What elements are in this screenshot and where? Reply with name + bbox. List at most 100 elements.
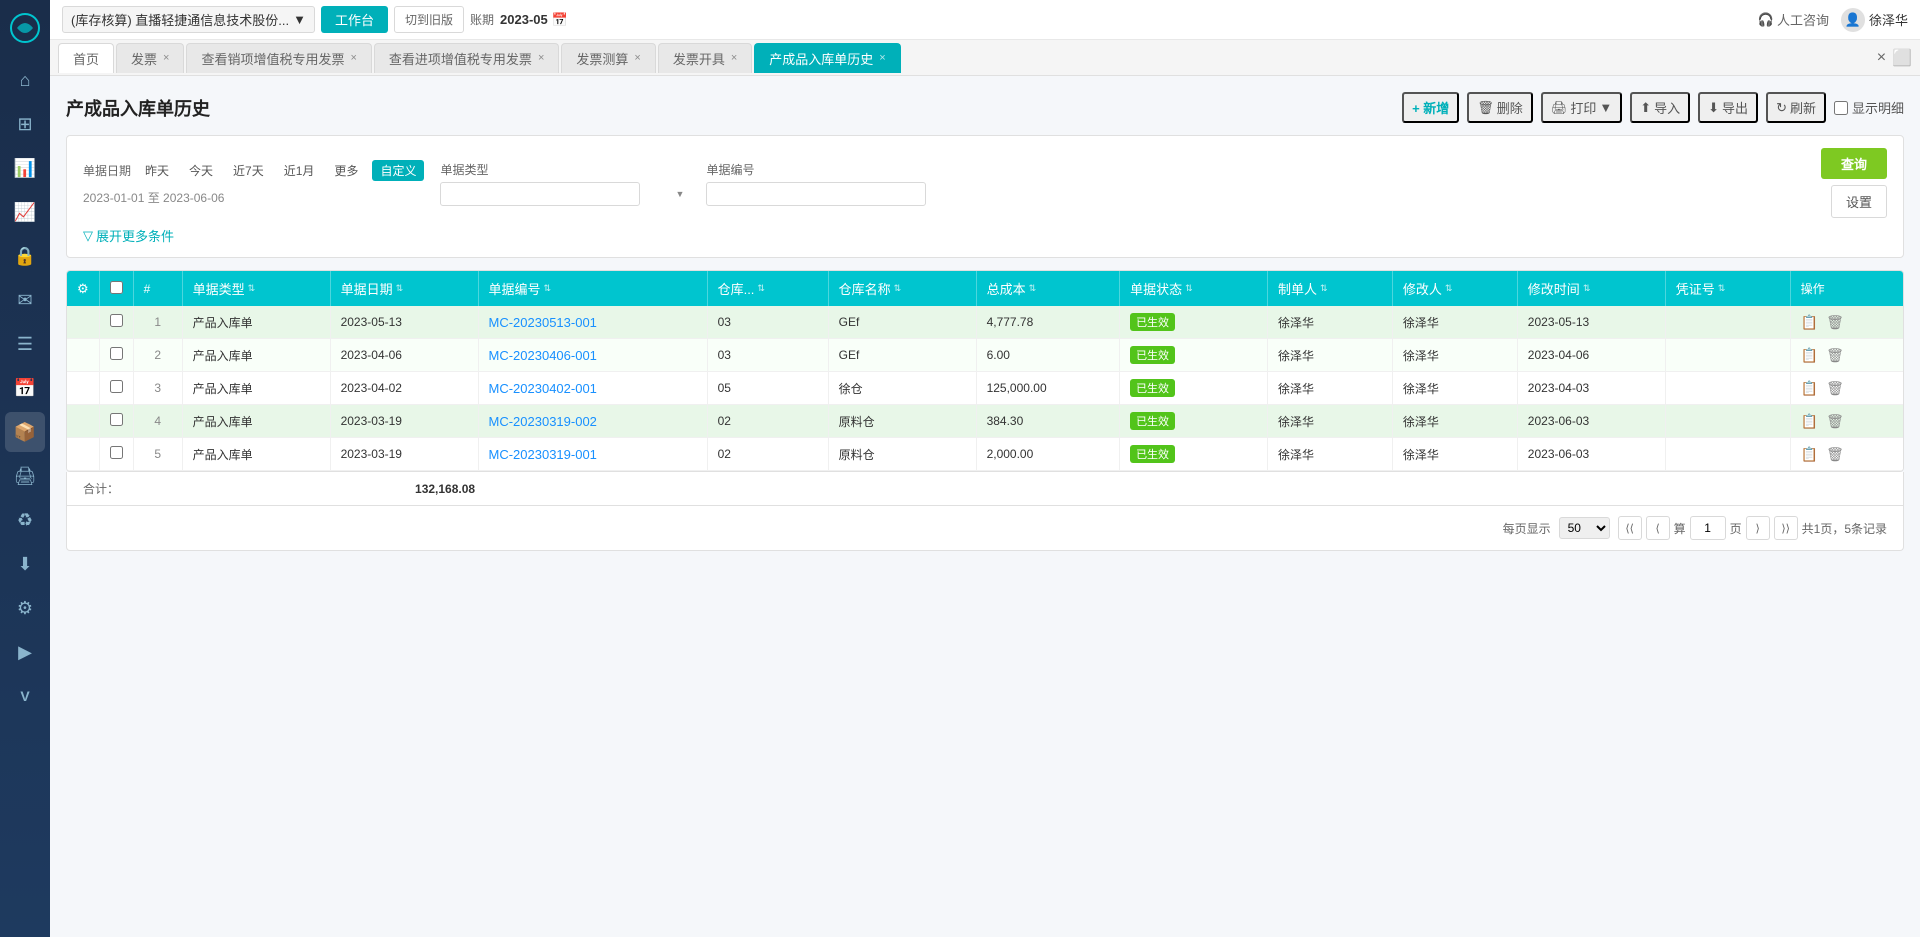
last-page-button[interactable]: ⟩⟩ [1774,516,1798,540]
tab-invoice-issue-close[interactable]: × [731,52,737,64]
td-checkbox-4[interactable] [99,438,133,471]
td-number-4[interactable]: MC-20230319-001 [478,438,707,471]
row-checkbox-1[interactable] [110,347,123,360]
delete-icon-1[interactable]: 🗑 [1826,347,1844,364]
sidebar-item-calendar[interactable]: 📅 [5,368,45,408]
tab-invoice-close[interactable]: × [163,52,169,64]
sidebar-item-print[interactable]: 🖨 [5,456,45,496]
filter-setting-button[interactable]: 设置 [1831,185,1887,218]
th-status[interactable]: 单据状态⇅ [1120,271,1268,306]
type-select[interactable] [440,182,640,206]
row-number-link-0[interactable]: MC-20230513-001 [489,315,597,330]
period-value[interactable]: 2023-05 📅 [500,12,568,28]
next-page-button[interactable]: ⟩ [1746,516,1770,540]
sidebar-item-chart[interactable]: 📊 [5,148,45,188]
delete-button[interactable]: 🗑 删除 [1467,92,1533,123]
th-modifier[interactable]: 修改人⇅ [1392,271,1517,306]
tab-purchase-vat-close[interactable]: × [538,52,544,64]
delete-icon-4[interactable]: 🗑 [1826,446,1844,463]
sidebar-item-recycle[interactable]: ♻ [5,500,45,540]
expand-more-button[interactable]: ▽ 展开更多条件 [83,226,1887,245]
td-number-3[interactable]: MC-20230319-002 [478,405,707,438]
sidebar-item-grid[interactable]: ⊞ [5,104,45,144]
tab-invoice-calc[interactable]: 发票测算 × [561,43,655,73]
th-number[interactable]: 单据编号⇅ [478,271,707,306]
th-checkbox[interactable] [99,271,133,306]
user-menu[interactable]: 👤 徐泽华 [1841,8,1908,32]
print-button[interactable]: 🖨 打印 ▼ [1541,92,1622,123]
th-date[interactable]: 单据日期⇅ [330,271,478,306]
row-number-link-1[interactable]: MC-20230406-001 [489,348,597,363]
th-creator[interactable]: 制单人⇅ [1267,271,1392,306]
th-voucher[interactable]: 凭证号⇅ [1665,271,1790,306]
th-warehouse-name[interactable]: 仓库名称⇅ [828,271,976,306]
row-checkbox-4[interactable] [110,446,123,459]
company-selector[interactable]: (库存核算) 直播轻捷通信息技术股份... ▼ [62,6,315,33]
shortcut-7days[interactable]: 近7天 [227,160,270,181]
row-number-link-2[interactable]: MC-20230402-001 [489,381,597,396]
shortcut-yesterday[interactable]: 昨天 [139,160,175,181]
page-size-select[interactable]: 50 100 200 [1559,517,1610,539]
column-settings-icon[interactable]: ⚙ [77,281,89,296]
delete-icon-3[interactable]: 🗑 [1826,413,1844,430]
export-button[interactable]: ⬇ 导出 [1698,92,1758,123]
sidebar-item-play[interactable]: ▶ [5,632,45,672]
shortcut-more[interactable]: 更多 [328,160,364,181]
sidebar-item-mail[interactable]: ✉ [5,280,45,320]
row-checkbox-3[interactable] [110,413,123,426]
td-checkbox-0[interactable] [99,306,133,339]
td-checkbox-1[interactable] [99,339,133,372]
row-checkbox-2[interactable] [110,380,123,393]
window-maximize-button[interactable]: ⬜ [1892,48,1912,68]
tab-invoice-calc-close[interactable]: × [634,52,640,64]
tab-invoice-issue[interactable]: 发票开具 × [658,43,752,73]
th-settings[interactable]: ⚙ [67,271,99,306]
row-checkbox-0[interactable] [110,314,123,327]
first-page-button[interactable]: ⟨⟨ [1618,516,1642,540]
tab-invoice[interactable]: 发票 × [116,43,184,73]
sidebar-item-download[interactable]: ⬇ [5,544,45,584]
switch-version-button[interactable]: 切到旧版 [394,6,464,33]
row-number-link-4[interactable]: MC-20230319-001 [489,447,597,462]
service-button[interactable]: 🎧 人工咨询 [1758,10,1829,29]
row-number-link-3[interactable]: MC-20230319-002 [489,414,597,429]
th-type[interactable]: 单据类型⇅ [182,271,330,306]
shortcut-1month[interactable]: 近1月 [278,160,321,181]
tab-product-inbound-close[interactable]: × [879,52,885,64]
edit-icon-4[interactable]: 📋 [1801,446,1818,463]
tab-home[interactable]: 首页 [58,43,114,73]
sidebar-item-lock[interactable]: 🔒 [5,236,45,276]
page-input[interactable] [1690,516,1726,540]
import-button[interactable]: ⬆ 导入 [1630,92,1690,123]
prev-page-button[interactable]: ⟨ [1646,516,1670,540]
sidebar-item-product[interactable]: 📦 [5,412,45,452]
sidebar-item-version[interactable]: V [5,676,45,716]
sidebar-item-settings[interactable]: ⚙ [5,588,45,628]
show-detail-checkbox[interactable] [1834,101,1848,115]
tab-purchase-vat[interactable]: 查看进项增值税专用发票 × [374,43,559,73]
delete-icon-0[interactable]: 🗑 [1826,314,1844,331]
th-modify-time[interactable]: 修改时间⇅ [1517,271,1665,306]
workbench-button[interactable]: 工作台 [321,6,388,33]
number-filter-input[interactable] [706,182,926,206]
window-close-button[interactable]: × [1877,48,1886,68]
sidebar-item-home[interactable]: ⌂ [5,60,45,100]
sidebar-item-list[interactable]: ☰ [5,324,45,364]
tab-product-inbound[interactable]: 产成品入库单历史 × [754,43,900,73]
td-number-1[interactable]: MC-20230406-001 [478,339,707,372]
td-number-2[interactable]: MC-20230402-001 [478,372,707,405]
show-detail-toggle[interactable]: 显示明细 [1834,98,1904,117]
th-warehouse-code[interactable]: 仓库...⇅ [707,271,828,306]
edit-icon-0[interactable]: 📋 [1801,314,1818,331]
search-button[interactable]: 查询 [1821,148,1887,179]
tab-sales-vat[interactable]: 查看销项增值税专用发票 × [186,43,371,73]
shortcut-today[interactable]: 今天 [183,160,219,181]
sidebar-item-analytics[interactable]: 📈 [5,192,45,232]
td-checkbox-2[interactable] [99,372,133,405]
edit-icon-3[interactable]: 📋 [1801,413,1818,430]
td-checkbox-3[interactable] [99,405,133,438]
tab-sales-vat-close[interactable]: × [350,52,356,64]
edit-icon-2[interactable]: 📋 [1801,380,1818,397]
delete-icon-2[interactable]: 🗑 [1826,380,1844,397]
shortcut-custom[interactable]: 自定义 [372,160,424,181]
